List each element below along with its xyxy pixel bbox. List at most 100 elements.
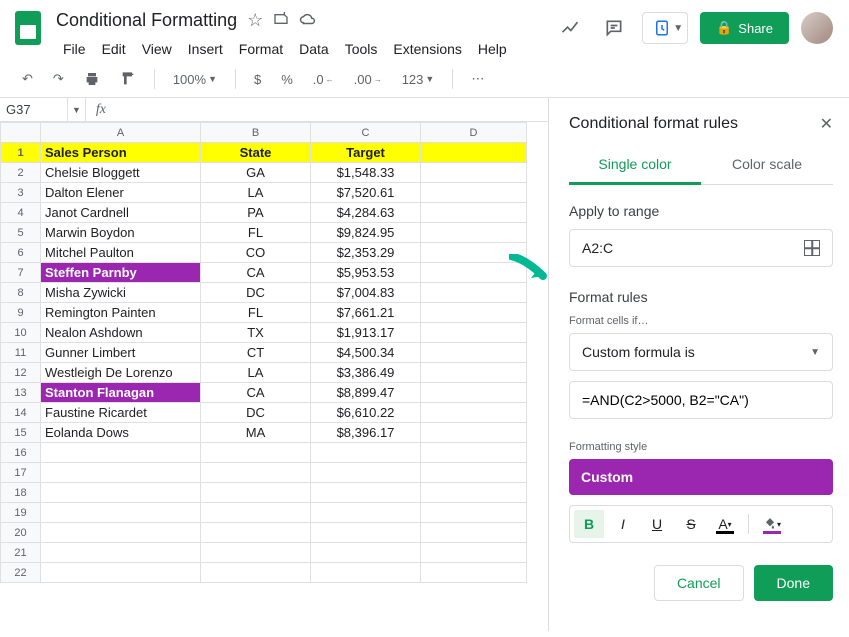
cell[interactable]: CO xyxy=(201,243,311,263)
cloud-icon[interactable] xyxy=(299,10,317,31)
cell[interactable] xyxy=(311,483,421,503)
cell[interactable] xyxy=(421,183,527,203)
cell[interactable]: FL xyxy=(201,303,311,323)
cell[interactable]: LA xyxy=(201,183,311,203)
bold-button[interactable]: B xyxy=(574,510,604,538)
row-header[interactable]: 15 xyxy=(1,423,41,443)
cell[interactable]: DC xyxy=(201,403,311,423)
cell[interactable]: Westleigh De Lorenzo xyxy=(41,363,201,383)
row-header[interactable]: 12 xyxy=(1,363,41,383)
cell[interactable] xyxy=(421,523,527,543)
cell[interactable]: GA xyxy=(201,163,311,183)
cell[interactable] xyxy=(421,443,527,463)
paint-format-icon[interactable] xyxy=(114,67,142,91)
row-header[interactable]: 18 xyxy=(1,483,41,503)
number-format-select[interactable]: 123 ▼ xyxy=(396,68,441,91)
cell[interactable]: $1,913.17 xyxy=(311,323,421,343)
row-header[interactable]: 1 xyxy=(1,143,41,163)
row-header[interactable]: 7 xyxy=(1,263,41,283)
text-color-button[interactable]: A ▾ xyxy=(710,510,740,538)
cell[interactable]: $4,284.63 xyxy=(311,203,421,223)
cell[interactable]: Marwin Boydon xyxy=(41,223,201,243)
cell[interactable]: Sales Person xyxy=(41,143,201,163)
cell[interactable] xyxy=(311,463,421,483)
cell[interactable] xyxy=(201,523,311,543)
cell[interactable] xyxy=(421,343,527,363)
range-input[interactable]: A2:C xyxy=(569,229,833,267)
cell[interactable] xyxy=(201,443,311,463)
sheets-logo[interactable] xyxy=(8,8,48,48)
cell[interactable] xyxy=(41,503,201,523)
cell[interactable]: CA xyxy=(201,383,311,403)
cell[interactable]: Remington Painten xyxy=(41,303,201,323)
cell[interactable] xyxy=(311,543,421,563)
menu-view[interactable]: View xyxy=(135,37,179,61)
row-header[interactable]: 11 xyxy=(1,343,41,363)
cell[interactable] xyxy=(201,543,311,563)
cell[interactable]: Dalton Elener xyxy=(41,183,201,203)
cell[interactable]: $9,824.95 xyxy=(311,223,421,243)
cell[interactable] xyxy=(421,223,527,243)
cell[interactable] xyxy=(311,443,421,463)
print-icon[interactable] xyxy=(78,67,106,91)
row-header[interactable]: 3 xyxy=(1,183,41,203)
cell[interactable] xyxy=(201,463,311,483)
cell[interactable]: MA xyxy=(201,423,311,443)
row-header[interactable]: 19 xyxy=(1,503,41,523)
row-header[interactable]: 13 xyxy=(1,383,41,403)
cell[interactable]: $1,548.33 xyxy=(311,163,421,183)
menu-insert[interactable]: Insert xyxy=(181,37,230,61)
cell[interactable]: Target xyxy=(311,143,421,163)
cell[interactable] xyxy=(201,503,311,523)
col-header-b[interactable]: B xyxy=(201,123,311,143)
row-header[interactable]: 16 xyxy=(1,443,41,463)
cancel-button[interactable]: Cancel xyxy=(654,565,744,601)
italic-button[interactable]: I xyxy=(608,510,638,538)
activity-icon[interactable] xyxy=(554,12,586,44)
row-header[interactable]: 6 xyxy=(1,243,41,263)
cell[interactable] xyxy=(311,563,421,583)
redo-icon[interactable]: ↷ xyxy=(47,67,70,91)
cell[interactable]: LA xyxy=(201,363,311,383)
cell[interactable] xyxy=(421,503,527,523)
cell[interactable] xyxy=(421,203,527,223)
name-box[interactable] xyxy=(0,98,68,121)
cell[interactable]: $5,953.53 xyxy=(311,263,421,283)
decrease-decimal-icon[interactable]: .0← xyxy=(307,68,340,91)
cell[interactable]: $7,004.83 xyxy=(311,283,421,303)
increase-decimal-icon[interactable]: .00→ xyxy=(348,68,388,91)
row-header[interactable]: 8 xyxy=(1,283,41,303)
select-all-corner[interactable] xyxy=(1,123,41,143)
cell[interactable] xyxy=(41,523,201,543)
cell[interactable]: $3,386.49 xyxy=(311,363,421,383)
cell[interactable] xyxy=(421,163,527,183)
col-header-c[interactable]: C xyxy=(311,123,421,143)
cell[interactable] xyxy=(41,443,201,463)
row-header[interactable]: 5 xyxy=(1,223,41,243)
cell[interactable] xyxy=(41,483,201,503)
document-title[interactable]: Conditional Formatting xyxy=(56,10,237,31)
menu-file[interactable]: File xyxy=(56,37,93,61)
more-icon[interactable]: ⋯ xyxy=(465,67,490,91)
currency-icon[interactable]: $ xyxy=(248,68,267,91)
account-avatar[interactable] xyxy=(801,12,833,44)
cell[interactable]: DC xyxy=(201,283,311,303)
row-header[interactable]: 2 xyxy=(1,163,41,183)
cell[interactable]: Steffen Parnby xyxy=(41,263,201,283)
cell[interactable]: $4,500.34 xyxy=(311,343,421,363)
cell[interactable] xyxy=(311,503,421,523)
cell[interactable]: $7,661.21 xyxy=(311,303,421,323)
cell[interactable]: Chelsie Bloggett xyxy=(41,163,201,183)
cell[interactable]: Nealon Ashdown xyxy=(41,323,201,343)
cell[interactable]: Mitchel Paulton xyxy=(41,243,201,263)
col-header-a[interactable]: A xyxy=(41,123,201,143)
cell[interactable] xyxy=(421,403,527,423)
cell[interactable] xyxy=(311,523,421,543)
cell[interactable]: PA xyxy=(201,203,311,223)
star-icon[interactable]: ☆ xyxy=(247,10,263,31)
tab-single-color[interactable]: Single color xyxy=(569,146,701,185)
done-button[interactable]: Done xyxy=(754,565,833,601)
close-icon[interactable]: ✕ xyxy=(820,114,833,134)
menu-extensions[interactable]: Extensions xyxy=(386,37,468,61)
menu-edit[interactable]: Edit xyxy=(95,37,133,61)
